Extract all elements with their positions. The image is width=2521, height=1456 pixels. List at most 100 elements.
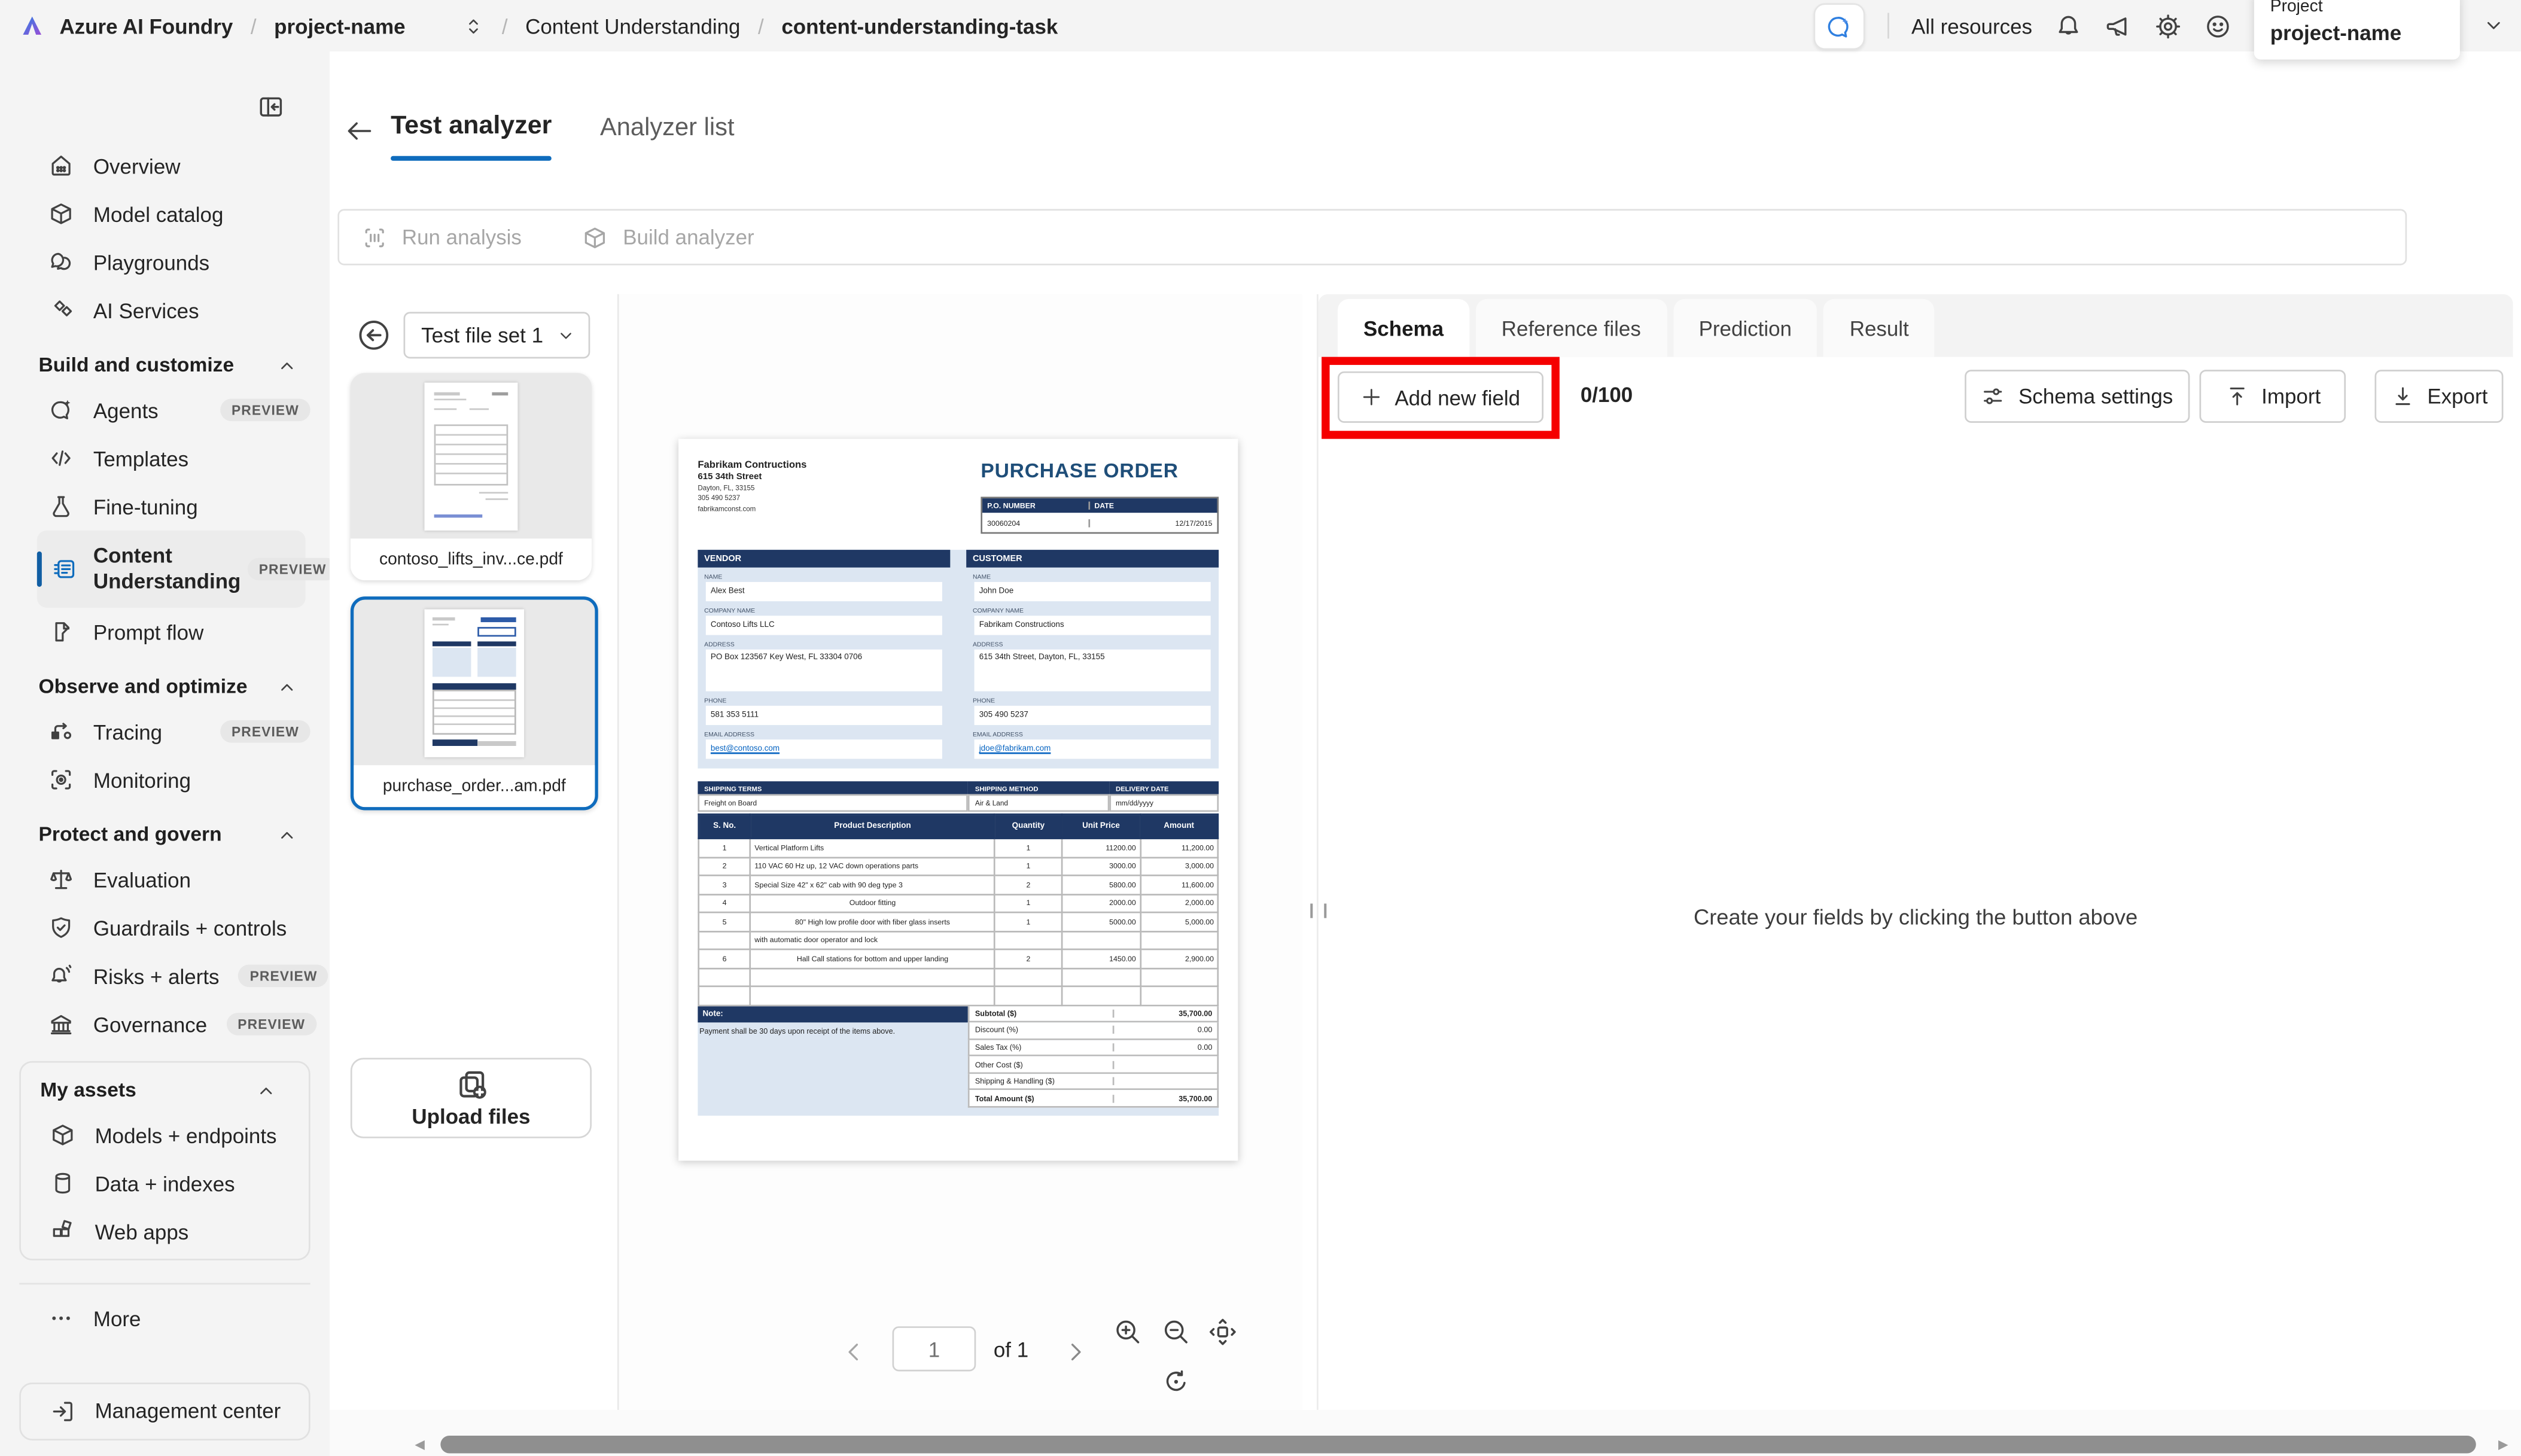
tab-test-analyzer[interactable]: Test analyzer: [391, 112, 552, 161]
my-assets-group: My assets Models + endpoints Data + inde…: [19, 1061, 310, 1260]
project-switcher-icon[interactable]: [463, 16, 484, 36]
alert-bell-icon: [48, 963, 74, 989]
sidebar-item-prompt-flow[interactable]: Prompt flow: [0, 608, 330, 656]
sidebar-item-model-catalog[interactable]: Model catalog: [0, 190, 330, 238]
notifications-bell-icon[interactable]: [2055, 12, 2082, 39]
tab-schema[interactable]: Schema: [1338, 298, 1470, 357]
export-button[interactable]: Export: [2374, 370, 2504, 423]
announcements-megaphone-icon[interactable]: [2105, 12, 2132, 39]
all-resources-link[interactable]: All resources: [1911, 14, 2032, 38]
sidebar-item-ai-services[interactable]: AI Services: [0, 286, 330, 334]
doc-total-row: Total Amount ($) 35,700.00: [969, 1091, 1219, 1108]
sidebar-section-protect-and-govern[interactable]: Protect and govern: [0, 814, 330, 855]
tracing-icon: [48, 718, 74, 744]
doc-label: COMPANY NAME: [972, 605, 1024, 614]
schema-settings-button[interactable]: Schema settings: [1965, 370, 2190, 423]
chevron-down-icon[interactable]: [2483, 14, 2505, 37]
azure-ai-foundry-logo-icon[interactable]: [19, 13, 45, 39]
sidebar-item-templates[interactable]: Templates: [0, 434, 330, 483]
tab-analyzer-list[interactable]: Analyzer list: [600, 112, 735, 143]
upload-files-icon: [454, 1068, 488, 1101]
sidebar-item-data-indexes[interactable]: Data + indexes: [21, 1159, 309, 1208]
doc-vendor-address: PO Box 123567 Key West, FL 33304 0706: [705, 649, 942, 692]
shield-check-icon: [48, 915, 74, 940]
preview-badge: PREVIEW: [226, 1013, 317, 1035]
breadcrumb-task[interactable]: content-understanding-task: [781, 14, 1058, 38]
scan-barcode-icon: [362, 224, 388, 250]
collapse-sidebar-icon[interactable]: [257, 93, 285, 121]
sidebar-section-build-and-customize[interactable]: Build and customize: [0, 344, 330, 386]
add-new-field-label: Add new field: [1395, 385, 1521, 409]
zoom-in-icon[interactable]: [1113, 1317, 1143, 1347]
chevron-up-icon: [276, 676, 297, 697]
previous-page-icon[interactable]: [841, 1339, 867, 1365]
fit-to-page-icon[interactable]: [1207, 1317, 1238, 1347]
tab-reference-files[interactable]: Reference files: [1475, 298, 1667, 357]
topbar-divider: [1887, 13, 1889, 39]
sidebar-item-fine-tuning[interactable]: Fine-tuning: [0, 482, 330, 531]
back-arrow-icon[interactable]: [344, 116, 375, 147]
upload-files-label: Upload files: [412, 1104, 531, 1129]
page-number-input[interactable]: [892, 1326, 976, 1372]
tab-result[interactable]: Result: [1823, 298, 1935, 357]
run-analysis-button[interactable]: Run analysis: [362, 224, 522, 250]
sidebar-item-monitoring[interactable]: Monitoring: [0, 756, 330, 804]
viewer-pagination: of 1: [619, 1307, 1302, 1410]
sidebar-item-content-understanding[interactable]: Content Understanding PREVIEW: [36, 530, 338, 608]
sidebar-item-label: Governance: [93, 1012, 208, 1037]
settings-gear-icon[interactable]: [2154, 12, 2182, 39]
file-thumbnail-invoice[interactable]: contoso_lifts_inv...ce.pdf: [350, 373, 592, 581]
import-button[interactable]: Import: [2199, 370, 2346, 423]
sidebar-item-overview[interactable]: Overview: [0, 142, 330, 190]
project-selector[interactable]: Project project-name: [2254, 0, 2460, 60]
sidebar-item-risks-alerts[interactable]: Risks + alerts PREVIEW: [0, 952, 330, 1000]
rotate-icon[interactable]: [1161, 1366, 1191, 1397]
copilot-button[interactable]: [1813, 2, 1865, 49]
panel-resize-divider[interactable]: ❙❙: [1302, 294, 1331, 1410]
horizontal-scrollbar[interactable]: ◀ ▶: [415, 1435, 2508, 1454]
doc-ship-method: Air & Land: [969, 794, 1110, 812]
doc-note-text: Payment shall be 30 days upon receipt of…: [699, 1026, 896, 1035]
next-page-icon[interactable]: [1062, 1339, 1088, 1365]
import-arrow-icon: [2224, 384, 2248, 408]
sidebar-item-tracing[interactable]: Tracing PREVIEW: [0, 708, 330, 756]
scroll-left-arrow-icon[interactable]: ◀: [415, 1437, 425, 1452]
sidebar-item-governance[interactable]: Governance PREVIEW: [0, 1000, 330, 1049]
sidebar-item-guardrails-controls[interactable]: Guardrails + controls: [0, 903, 330, 952]
upload-files-button[interactable]: Upload files: [350, 1058, 592, 1138]
scroll-right-arrow-icon[interactable]: ▶: [2498, 1437, 2508, 1452]
document-page[interactable]: Fabrikam Contructions 615 34th Street Da…: [678, 438, 1238, 1161]
breadcrumb-app-name[interactable]: Azure AI Foundry: [59, 14, 233, 38]
sidebar-item-web-apps[interactable]: Web apps: [21, 1207, 309, 1256]
management-center-button[interactable]: Management center: [19, 1382, 310, 1440]
management-center-label: Management center: [95, 1399, 281, 1424]
file-thumbnail-purchase-order[interactable]: purchase_order...am.pdf: [350, 596, 598, 811]
sidebar-section-my-assets[interactable]: My assets: [21, 1069, 309, 1111]
bottom-strip: ◀ ▶: [329, 1409, 2521, 1456]
build-analyzer-button[interactable]: Build analyzer: [583, 224, 754, 250]
sidebar-item-agents[interactable]: Agents PREVIEW: [0, 386, 330, 434]
field-counter: 0/100: [1580, 382, 1633, 407]
zoom-out-icon[interactable]: [1161, 1317, 1191, 1347]
breadcrumb-project[interactable]: project-name: [274, 14, 405, 38]
sidebar-item-evaluation[interactable]: Evaluation: [0, 855, 330, 904]
sidebar-item-more[interactable]: More: [0, 1294, 330, 1342]
cube-icon: [48, 201, 74, 227]
scrollbar-thumb[interactable]: [440, 1435, 2476, 1454]
add-new-field-button[interactable]: Add new field: [1338, 371, 1543, 423]
code-brackets-icon: [48, 445, 74, 471]
feedback-smiley-icon[interactable]: [2205, 12, 2232, 39]
doc-label: EMAIL ADDRESS: [972, 729, 1023, 738]
collapse-file-panel-icon[interactable]: [355, 316, 392, 354]
doc-item-row: 6 Hall Call stations for bottom and upper…: [698, 948, 1219, 969]
tab-prediction[interactable]: Prediction: [1673, 298, 1817, 357]
tab-label: Test analyzer: [391, 112, 552, 140]
sidebar-item-models-endpoints[interactable]: Models + endpoints: [21, 1111, 309, 1159]
sidebar-item-playgrounds[interactable]: Playgrounds: [0, 238, 330, 287]
file-set-dropdown[interactable]: Test file set 1: [403, 312, 590, 359]
doc-ship-terms-label: SHIPPING TERMS: [698, 781, 969, 794]
sidebar-section-observe-and-optimize[interactable]: Observe and optimize: [0, 666, 330, 708]
agents-copilot-icon: [48, 397, 74, 423]
plus-icon: [1361, 386, 1384, 409]
breadcrumb-section[interactable]: Content Understanding: [525, 14, 740, 38]
